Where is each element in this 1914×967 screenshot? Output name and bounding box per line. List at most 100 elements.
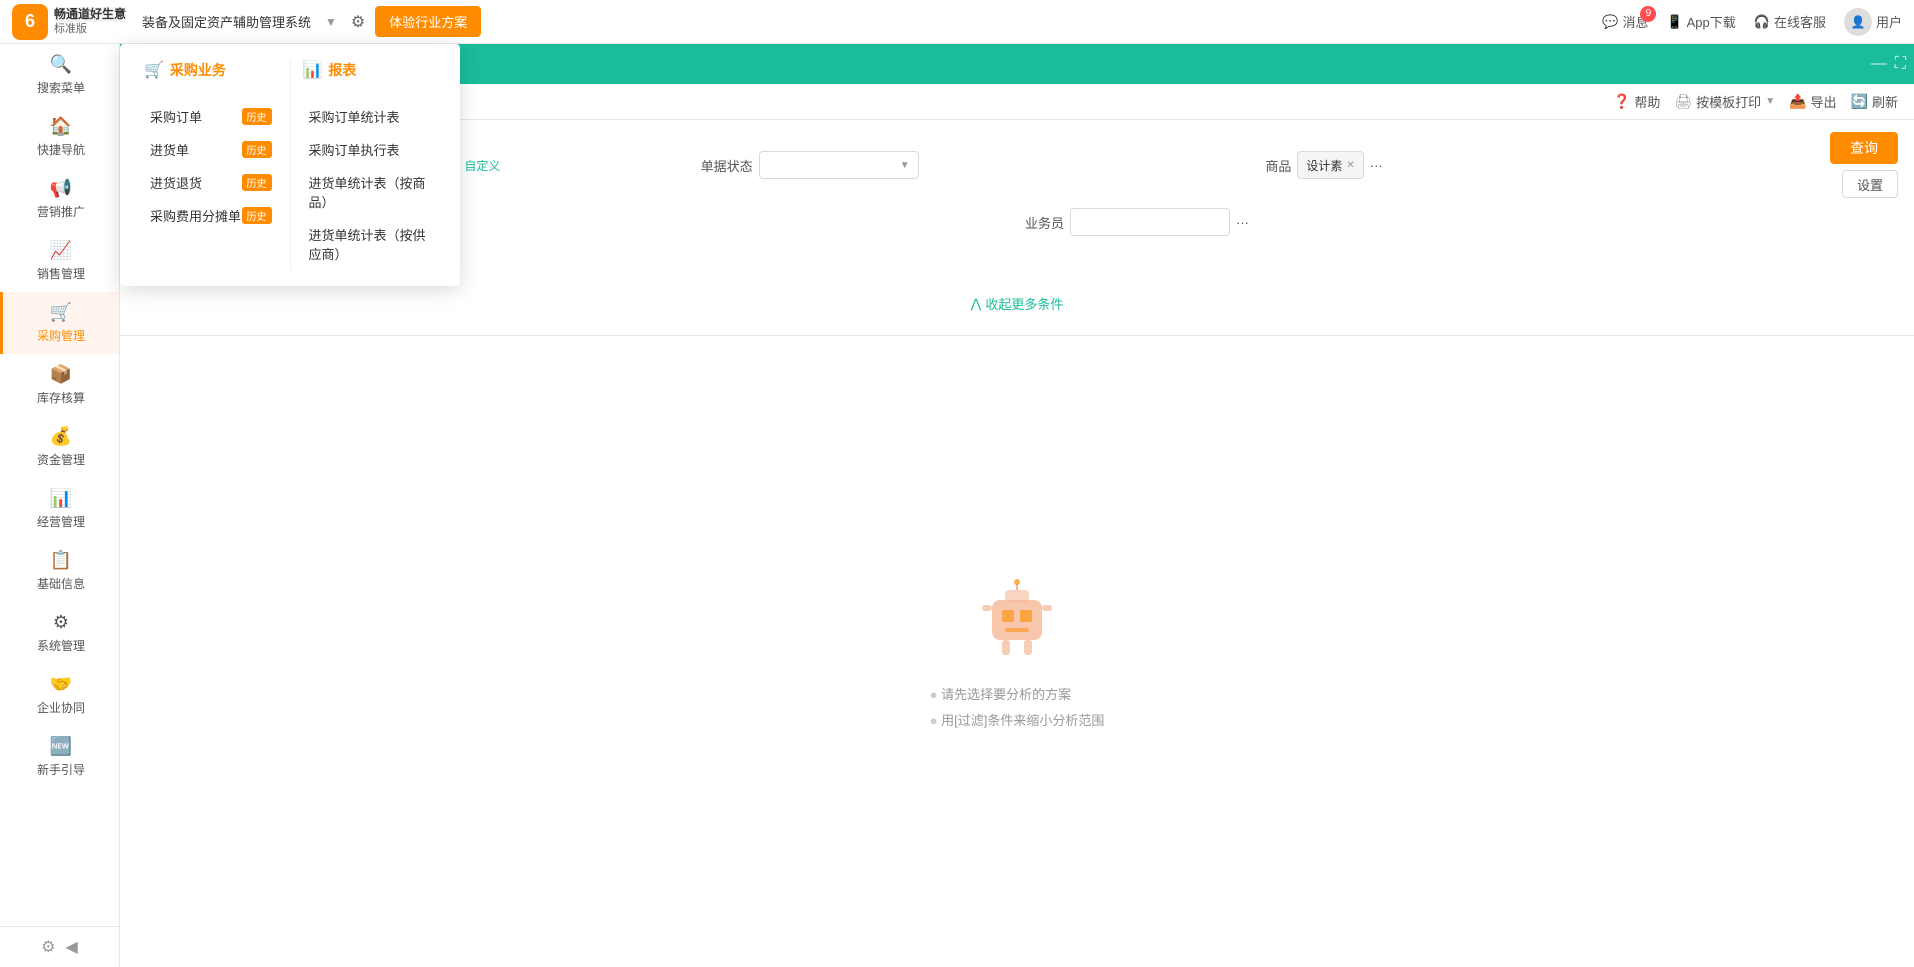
headset-icon: 🎧 — [1754, 14, 1770, 30]
dropdown-purchase-item[interactable]: 进货退货 历史 — [144, 166, 278, 199]
message-icon: 💬 — [1602, 14, 1618, 30]
dropdown-purchase-item[interactable]: 进货单 历史 — [144, 133, 278, 166]
tabbar-controls: — ⛶ — [1871, 55, 1906, 73]
topbar: 6 畅通道好生意 标准版 装备及固定资产辅助管理系统 ▼ ⚙ 体验行业方案 💬 … — [0, 0, 1914, 44]
doc-status-filter-group: 单据状态 ▼ — [701, 151, 1250, 179]
collapse-up-icon: ⋀ — [971, 296, 982, 312]
goods-filter-group: 商品 设计素 ✕ ··· — [1265, 151, 1814, 179]
guide-icon: 🆕 — [50, 736, 72, 757]
nav-icon: 🏠 — [50, 116, 72, 137]
sidebar-label-system: 系统管理 — [37, 637, 85, 654]
logo-icon: 6 — [12, 4, 48, 40]
sidebar-label-marketing: 营销推广 — [37, 203, 85, 220]
sidebar-item-system[interactable]: ⚙ 系统管理 — [0, 602, 119, 664]
sidebar: 🔍 搜索菜单 🏠 快捷导航 📢 营销推广 📈 销售管理 🛒 采购管理 📦 库存核… — [0, 44, 120, 967]
purchase-icon: 🛒 — [50, 302, 72, 323]
collapse-row: ⋀ 收起更多条件 — [136, 284, 1898, 323]
salesperson-filter-group: 业务员 ··· — [1025, 208, 1898, 236]
sidebar-item-finance[interactable]: 💰 资金管理 — [0, 416, 119, 478]
goods-more-btn[interactable]: ··· — [1370, 158, 1383, 173]
tab-maximize-icon[interactable]: ⛶ — [1895, 55, 1906, 73]
message-badge: 9 — [1640, 6, 1656, 22]
logo-text: 畅通道好生意 标准版 — [54, 7, 126, 37]
app-download-btn[interactable]: 📱 App下载 — [1666, 12, 1735, 31]
sidebar-item-sales[interactable]: 📈 销售管理 — [0, 230, 119, 292]
dropdown-arrow-icon[interactable]: ▼ — [325, 15, 337, 29]
sidebar-settings-btn[interactable]: ⚙ — [41, 937, 55, 957]
inventory-icon: 📦 — [50, 364, 72, 385]
purchase-col-title: 🛒 采购业务 — [144, 60, 278, 88]
help-btn[interactable]: ❓ 帮助 — [1613, 92, 1660, 111]
user-btn[interactable]: 👤 用户 — [1844, 8, 1902, 36]
sidebar-item-enterprise[interactable]: 🤝 企业协同 — [0, 664, 119, 726]
salesperson-select[interactable] — [1070, 208, 1230, 236]
dropdown-report-item[interactable]: 进货单统计表（按供应商） — [303, 218, 437, 270]
finance-icon: 💰 — [50, 426, 72, 447]
help-icon: ❓ — [1613, 93, 1630, 110]
dropdown-purchase-item[interactable]: 采购费用分摊单 历史 — [144, 199, 278, 232]
history-badge: 历史 — [242, 108, 272, 125]
goods-tag: 设计素 ✕ — [1297, 151, 1363, 179]
avatar: 👤 — [1844, 8, 1872, 36]
sidebar-collapse-btn[interactable]: ◀ — [66, 937, 78, 957]
phone-icon: 📱 — [1666, 14, 1682, 30]
logo: 6 畅通道好生意 标准版 — [12, 4, 132, 40]
refresh-btn[interactable]: 🔄 刷新 — [1851, 92, 1898, 111]
doc-status-select[interactable]: ▼ — [759, 151, 919, 179]
sidebar-label-nav: 快捷导航 — [37, 141, 85, 158]
industry-btn[interactable]: 体验行业方案 — [375, 6, 481, 37]
report-col: 📊 报表 采购订单统计表采购订单执行表进货单统计表（按商品）进货单统计表（按供应… — [295, 60, 445, 270]
online-service-btn[interactable]: 🎧 在线客服 — [1754, 12, 1826, 31]
goods-tag-close[interactable]: ✕ — [1346, 160, 1354, 171]
query-btn[interactable]: 查询 — [1830, 132, 1898, 164]
dropdown-purchase-item[interactable]: 采购订单 历史 — [144, 100, 278, 133]
history-badge: 历史 — [242, 174, 272, 191]
sidebar-label-search: 搜索菜单 — [37, 79, 85, 96]
enterprise-icon: 🤝 — [50, 674, 72, 695]
sidebar-label-operation: 经营管理 — [37, 513, 85, 530]
report-col-icon: 📊 — [303, 60, 323, 80]
settings-icon[interactable]: ⚙ — [351, 12, 365, 32]
empty-state: 请先选择要分析的方案 用[过滤]条件来缩小分析范围 — [930, 570, 1105, 734]
sidebar-label-guide: 新手引导 — [37, 761, 85, 778]
refresh-icon: 🔄 — [1851, 93, 1868, 110]
col-divider — [290, 60, 291, 270]
sidebar-item-marketing[interactable]: 📢 营销推广 — [0, 168, 119, 230]
message-btn[interactable]: 💬 消息 9 — [1602, 12, 1648, 31]
dropdown-report-item[interactable]: 进货单统计表（按商品） — [303, 166, 437, 218]
dropdown-report-item[interactable]: 采购订单执行表 — [303, 133, 437, 166]
goods-label: 商品 — [1265, 156, 1291, 175]
content-area: 请先选择要分析的方案 用[过滤]条件来缩小分析范围 — [120, 336, 1914, 967]
sidebar-label-finance: 资金管理 — [37, 451, 85, 468]
sidebar-label-enterprise: 企业协同 — [37, 699, 85, 716]
print-btn[interactable]: 🖨 按模板打印 ▼ — [1674, 92, 1775, 111]
sidebar-label-inventory: 库存核算 — [37, 389, 85, 406]
sidebar-item-search[interactable]: 🔍 搜索菜单 — [0, 44, 119, 106]
date-custom-btn[interactable]: 自定义 — [464, 157, 500, 174]
salesperson-more-btn[interactable]: ··· — [1236, 215, 1249, 230]
system-icon: ⚙ — [53, 612, 69, 633]
sidebar-item-nav[interactable]: 🏠 快捷导航 — [0, 106, 119, 168]
sidebar-item-basic[interactable]: 📋 基础信息 — [0, 540, 119, 602]
history-badge: 历史 — [242, 141, 272, 158]
search-icon: 🔍 — [50, 54, 72, 75]
sidebar-item-operation[interactable]: 📊 经营管理 — [0, 478, 119, 540]
system-name: 装备及固定资产辅助管理系统 — [142, 12, 311, 31]
purchase-col-icon: 🛒 — [144, 60, 164, 80]
print-icon: 🖨 — [1674, 93, 1692, 110]
tab-minimize-icon[interactable]: — — [1871, 55, 1887, 73]
doc-status-arrow-icon: ▼ — [900, 160, 910, 171]
set-btn[interactable]: 设置 — [1842, 170, 1898, 198]
sales-icon: 📈 — [50, 240, 72, 261]
salesperson-label: 业务员 — [1025, 213, 1064, 232]
sidebar-item-guide[interactable]: 🆕 新手引导 — [0, 726, 119, 788]
export-btn[interactable]: 📤 导出 — [1789, 92, 1836, 111]
dropdown-report-item[interactable]: 采购订单统计表 — [303, 100, 437, 133]
purchase-col: 🛒 采购业务 采购订单 历史 进货单 历史 进货退货 历史 采购费用分摊单 历史 — [136, 60, 286, 270]
collapse-btn[interactable]: ⋀ 收起更多条件 — [971, 288, 1064, 319]
sidebar-label-sales: 销售管理 — [37, 265, 85, 282]
sidebar-item-inventory[interactable]: 📦 库存核算 — [0, 354, 119, 416]
print-dropdown-icon[interactable]: ▼ — [1765, 96, 1775, 107]
dropdown-menu: 🛒 采购业务 采购订单 历史 进货单 历史 进货退货 历史 采购费用分摊单 历史… — [120, 44, 460, 286]
sidebar-item-purchase[interactable]: 🛒 采购管理 — [0, 292, 119, 354]
